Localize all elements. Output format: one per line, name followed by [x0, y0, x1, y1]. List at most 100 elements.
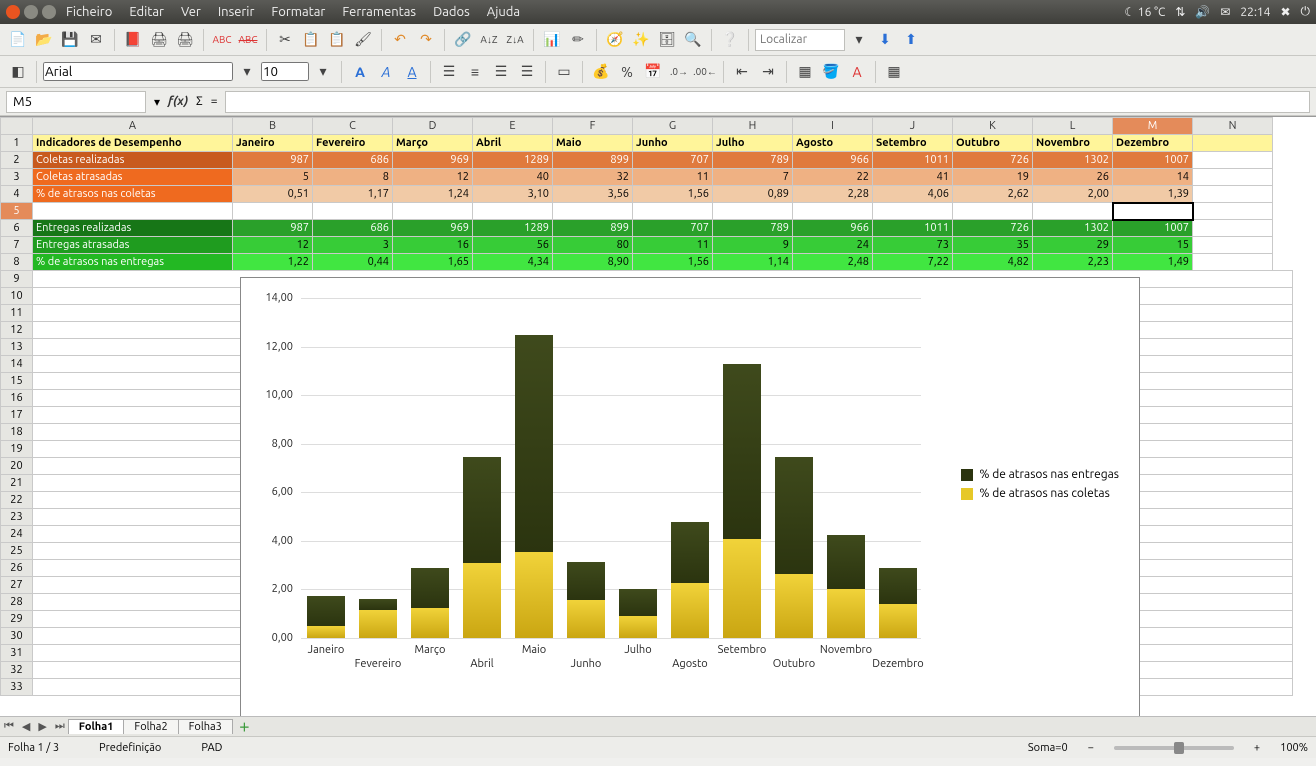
align-center-icon[interactable]: ≡ — [463, 60, 487, 84]
sort-asc-icon[interactable]: A↓Z — [477, 28, 501, 52]
sheet-tab-2[interactable]: Folha2 — [123, 719, 178, 734]
col-B: B — [233, 118, 313, 135]
decrease-indent-icon[interactable]: ⇤ — [730, 60, 754, 84]
italic-icon[interactable]: A — [374, 60, 398, 84]
col-F: F — [553, 118, 633, 135]
font-size-input[interactable] — [261, 62, 309, 81]
paste-icon[interactable]: 📋 — [325, 28, 349, 52]
legend-swatch-entregas — [961, 469, 973, 481]
sound-icon[interactable]: 🔊 — [1195, 5, 1210, 19]
hyperlink-icon[interactable]: 🔗 — [451, 28, 475, 52]
currency-icon[interactable]: 💰 — [589, 60, 613, 84]
session-icon[interactable]: ✖ — [1280, 5, 1290, 19]
tab-last-icon[interactable]: ⏭ — [51, 720, 69, 733]
autospell-icon[interactable]: ABC — [236, 28, 260, 52]
align-right-icon[interactable]: ☰ — [489, 60, 513, 84]
merge-cells-icon[interactable]: ▭ — [552, 60, 576, 84]
font-size-dropdown-icon[interactable]: ▾ — [311, 60, 335, 84]
grid-toggle-icon[interactable]: ▦ — [882, 60, 906, 84]
align-left-icon[interactable]: ☰ — [437, 60, 461, 84]
menu-ferramentas[interactable]: Ferramentas — [342, 5, 416, 19]
styles-icon[interactable]: ◧ — [6, 60, 30, 84]
open-icon[interactable]: 📂 — [32, 28, 56, 52]
maximize-icon[interactable] — [42, 5, 56, 19]
function-wizard-icon[interactable]: f(x) — [168, 95, 188, 108]
cut-icon[interactable]: ✂ — [273, 28, 297, 52]
cell-reference-input[interactable] — [6, 91, 146, 113]
new-doc-icon[interactable]: 📄 — [6, 28, 30, 52]
equals-icon[interactable]: = — [211, 95, 218, 108]
show-draw-icon[interactable]: ✏ — [566, 28, 590, 52]
power-icon[interactable]: ⏻ — [1301, 5, 1311, 19]
underline-icon[interactable]: A — [400, 60, 424, 84]
sum-icon[interactable]: Σ — [196, 95, 203, 108]
font-name-dropdown-icon[interactable]: ▾ — [235, 60, 259, 84]
help-icon[interactable]: ❔ — [718, 28, 742, 52]
spreadsheet-grid[interactable]: A B C D E F G H I J K L M N 1 Indicadore… — [0, 116, 1316, 716]
find-prev-icon[interactable]: ⬆ — [899, 28, 923, 52]
chart-icon[interactable]: 📊 — [540, 28, 564, 52]
formula-input[interactable] — [225, 91, 1310, 113]
copy-icon[interactable]: 📋 — [299, 28, 323, 52]
borders-icon[interactable]: ▦ — [793, 60, 817, 84]
format-paintbrush-icon[interactable]: 🖌 — [351, 28, 375, 52]
tab-first-icon[interactable]: ⏮ — [0, 720, 18, 733]
fontcolor-icon[interactable]: A — [845, 60, 869, 84]
row-4: 4% de atrasos nas coletas0,511,171,243,1… — [1, 186, 1273, 203]
pdf-export-icon[interactable]: 📕 — [121, 28, 145, 52]
clock[interactable]: 22:14 — [1240, 6, 1270, 19]
print-icon[interactable]: 🖨 — [147, 28, 171, 52]
formula-bar: ▾ f(x) Σ = — [0, 88, 1316, 116]
column-headers[interactable]: A B C D E F G H I J K L M N — [1, 118, 1273, 135]
spellcheck-icon[interactable]: ABC — [210, 28, 234, 52]
menu-ver[interactable]: Ver — [181, 5, 201, 19]
sheet-tab-1[interactable]: Folha1 — [68, 719, 125, 734]
cellref-dropdown-icon[interactable]: ▾ — [154, 95, 160, 109]
tab-prev-icon[interactable]: ◀ — [18, 720, 34, 733]
email-icon[interactable]: ✉ — [84, 28, 108, 52]
gallery-icon[interactable]: ✨ — [629, 28, 653, 52]
network-icon[interactable]: ⇅ — [1175, 5, 1185, 19]
redo-icon[interactable]: ↷ — [414, 28, 438, 52]
menu-editar[interactable]: Editar — [129, 5, 164, 19]
minimize-icon[interactable] — [24, 5, 38, 19]
zoom-slider[interactable] — [1114, 746, 1234, 750]
menu-inserir[interactable]: Inserir — [218, 5, 255, 19]
number-format-icon[interactable]: 📅 — [641, 60, 665, 84]
row-8: 8% de atrasos nas entregas1,220,441,654,… — [1, 254, 1273, 271]
navigator-icon[interactable]: 🧭 — [603, 28, 627, 52]
remove-decimal-icon[interactable]: .00← — [693, 60, 717, 84]
menu-ficheiro[interactable]: Ficheiro — [66, 5, 112, 19]
sort-desc-icon[interactable]: Z↓A — [503, 28, 527, 52]
add-decimal-icon[interactable]: .0→ — [667, 60, 691, 84]
increase-indent-icon[interactable]: ⇥ — [756, 60, 780, 84]
font-name-input[interactable] — [43, 62, 233, 81]
align-justify-icon[interactable]: ☰ — [515, 60, 539, 84]
embedded-chart[interactable]: 0,002,004,006,008,0010,0012,0014,00Janei… — [240, 277, 1140, 716]
weather-indicator[interactable]: ☾ 16 °C — [1124, 5, 1165, 19]
col-L: L — [1033, 118, 1113, 135]
menu-formatar[interactable]: Formatar — [271, 5, 325, 19]
zoom-in-icon[interactable]: + — [1254, 742, 1260, 754]
mail-icon[interactable]: ✉ — [1220, 5, 1230, 19]
zoom-icon[interactable]: 🔍 — [681, 28, 705, 52]
datasource-icon[interactable]: 🗄 — [655, 28, 679, 52]
percent-icon[interactable]: % — [615, 60, 639, 84]
zoom-level[interactable]: 100% — [1280, 742, 1308, 754]
find-next-icon[interactable]: ⬇ — [873, 28, 897, 52]
zoom-out-icon[interactable]: − — [1088, 742, 1094, 754]
find-input[interactable] — [755, 29, 845, 51]
bold-icon[interactable]: A — [348, 60, 372, 84]
menu-dados[interactable]: Dados — [433, 5, 470, 19]
bgcolor-icon[interactable]: 🪣 — [819, 60, 843, 84]
row-7: 7Entregas atrasadas123165680119247335291… — [1, 237, 1273, 254]
sheet-tab-3[interactable]: Folha3 — [178, 719, 233, 734]
find-dropdown-icon[interactable]: ▾ — [847, 28, 871, 52]
undo-icon[interactable]: ↶ — [388, 28, 412, 52]
tab-next-icon[interactable]: ▶ — [34, 720, 50, 733]
close-icon[interactable] — [6, 5, 20, 19]
save-icon[interactable]: 💾 — [58, 28, 82, 52]
menu-ajuda[interactable]: Ajuda — [487, 5, 520, 19]
add-sheet-icon[interactable]: ＋ — [233, 719, 256, 735]
print-preview-icon[interactable]: 🖨 — [173, 28, 197, 52]
